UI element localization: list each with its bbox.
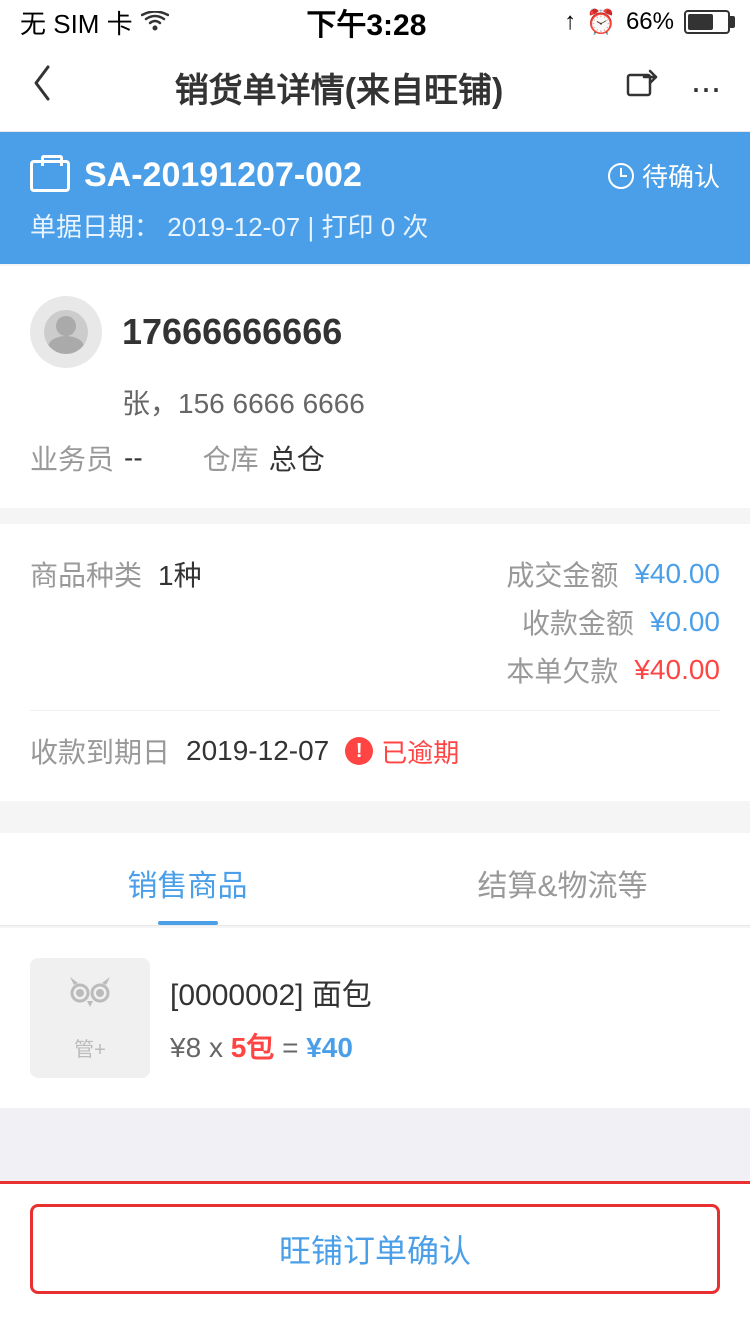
product-type-value: 1种 xyxy=(158,554,202,594)
order-document-icon xyxy=(30,160,70,192)
product-info: [0000002] 面包 ¥8 x 5包 = ¥40 xyxy=(170,970,720,1066)
owed-amount-row: 本单欠款 ¥40.00 xyxy=(506,650,720,690)
tabs-section: 销售商品 结算&物流等 xyxy=(0,833,750,926)
customer-name: 张，156 6666 6666 xyxy=(30,382,720,422)
date-label: 单据日期： xyxy=(30,212,160,242)
avatar-icon xyxy=(44,310,88,354)
owed-amount-label: 本单欠款 xyxy=(506,650,618,690)
status-time: 下午3:28 xyxy=(306,0,426,44)
customer-section: 17666666666 张，156 6666 6666 业务员 -- 仓库 总仓 xyxy=(0,266,750,508)
navigation-bar: 销货单详情(来自旺铺) ··· xyxy=(0,44,750,132)
tabs-row: 销售商品 结算&物流等 xyxy=(0,833,750,925)
product-price: ¥8 x 5包 = ¥40 xyxy=(170,1026,720,1066)
confirm-order-button[interactable]: 旺铺订单确认 xyxy=(30,1204,720,1294)
back-button[interactable] xyxy=(30,63,54,113)
due-date-label: 收款到期日 xyxy=(30,731,170,771)
product-brand-text: 管+ xyxy=(74,1033,106,1062)
print-info: 打印 0 次 xyxy=(321,212,428,242)
order-number: SA-20191207-002 xyxy=(30,156,362,195)
payment-amount-label: 收款金额 xyxy=(522,602,634,642)
battery-text: 66% xyxy=(626,8,674,36)
due-date-value: 2019-12-07 xyxy=(186,735,329,767)
tab-settlement-logistics[interactable]: 结算&物流等 xyxy=(375,833,750,925)
share-icon[interactable] xyxy=(624,65,660,110)
nav-actions: ··· xyxy=(624,65,720,110)
status-carrier: 无 SIM 卡 xyxy=(20,4,169,41)
product-name: [0000002] 面包 xyxy=(170,970,720,1014)
product-type-label: 商品种类 xyxy=(30,554,142,594)
overdue-icon: ! xyxy=(345,737,373,765)
payment-amount-row: 收款金额 ¥0.00 xyxy=(522,602,720,642)
warehouse-info: 仓库 总仓 xyxy=(203,438,325,478)
customer-phone: 17666666666 xyxy=(122,311,342,353)
avatar xyxy=(30,296,102,368)
warehouse-label: 仓库 xyxy=(203,438,259,478)
salesperson-value: -- xyxy=(124,442,143,474)
carrier-text: 无 SIM 卡 xyxy=(20,4,133,41)
order-date-row: 单据日期： 2019-12-07 | 打印 0 次 xyxy=(30,207,720,244)
clock-icon xyxy=(608,163,634,189)
bottom-bar: 旺铺订单确认 xyxy=(0,1181,750,1334)
product-type-info: 商品种类 1种 xyxy=(30,554,202,594)
owed-amount-value: ¥40.00 xyxy=(634,654,720,686)
product-image: 管+ xyxy=(30,958,150,1078)
payment-amount-value: ¥0.00 xyxy=(650,606,720,638)
customer-meta: 业务员 -- 仓库 总仓 xyxy=(30,438,720,478)
page-title: 销货单详情(来自旺铺) xyxy=(175,63,504,112)
more-icon[interactable]: ··· xyxy=(690,67,720,109)
product-item: 管+ [0000002] 面包 ¥8 x 5包 = ¥40 xyxy=(0,928,750,1109)
battery-icon xyxy=(684,10,730,34)
due-date-section: 收款到期日 2019-12-07 ! 已逾期 xyxy=(30,710,720,771)
tab-sales-products[interactable]: 销售商品 xyxy=(0,833,375,925)
status-icons: ↑ ⏰ 66% xyxy=(564,8,730,37)
wifi-icon xyxy=(141,7,169,38)
order-date: 2019-12-07 xyxy=(167,212,300,242)
product-logo: 管+ xyxy=(60,975,120,1062)
status-bar: 无 SIM 卡 下午3:28 ↑ ⏰ 66% xyxy=(0,0,750,44)
status-text: 待确认 xyxy=(642,157,720,194)
summary-section: 商品种类 1种 成交金额 ¥40.00 收款金额 ¥0.00 本单欠款 ¥40.… xyxy=(0,524,750,801)
products-section: 管+ [0000002] 面包 ¥8 x 5包 = ¥40 xyxy=(0,928,750,1109)
salesperson-info: 业务员 -- xyxy=(30,438,143,478)
deal-amount-label: 成交金额 xyxy=(506,554,618,594)
divider-2 xyxy=(0,801,750,817)
overdue-text: 已逾期 xyxy=(381,733,459,770)
overdue-badge: ! 已逾期 xyxy=(345,733,459,770)
location-icon: ↑ xyxy=(564,8,576,36)
alarm-icon: ⏰ xyxy=(586,8,616,37)
order-status: 待确认 xyxy=(608,157,720,194)
amount-info: 成交金额 ¥40.00 收款金额 ¥0.00 本单欠款 ¥40.00 xyxy=(506,554,720,690)
product-logo-icon xyxy=(60,975,120,1029)
order-header-banner: SA-20191207-002 待确认 单据日期： 2019-12-07 | 打… xyxy=(0,132,750,264)
deal-amount-row: 成交金额 ¥40.00 xyxy=(506,554,720,594)
salesperson-label: 业务员 xyxy=(30,438,114,478)
deal-amount-value: ¥40.00 xyxy=(634,558,720,590)
divider-1 xyxy=(0,508,750,524)
warehouse-value: 总仓 xyxy=(269,438,325,478)
